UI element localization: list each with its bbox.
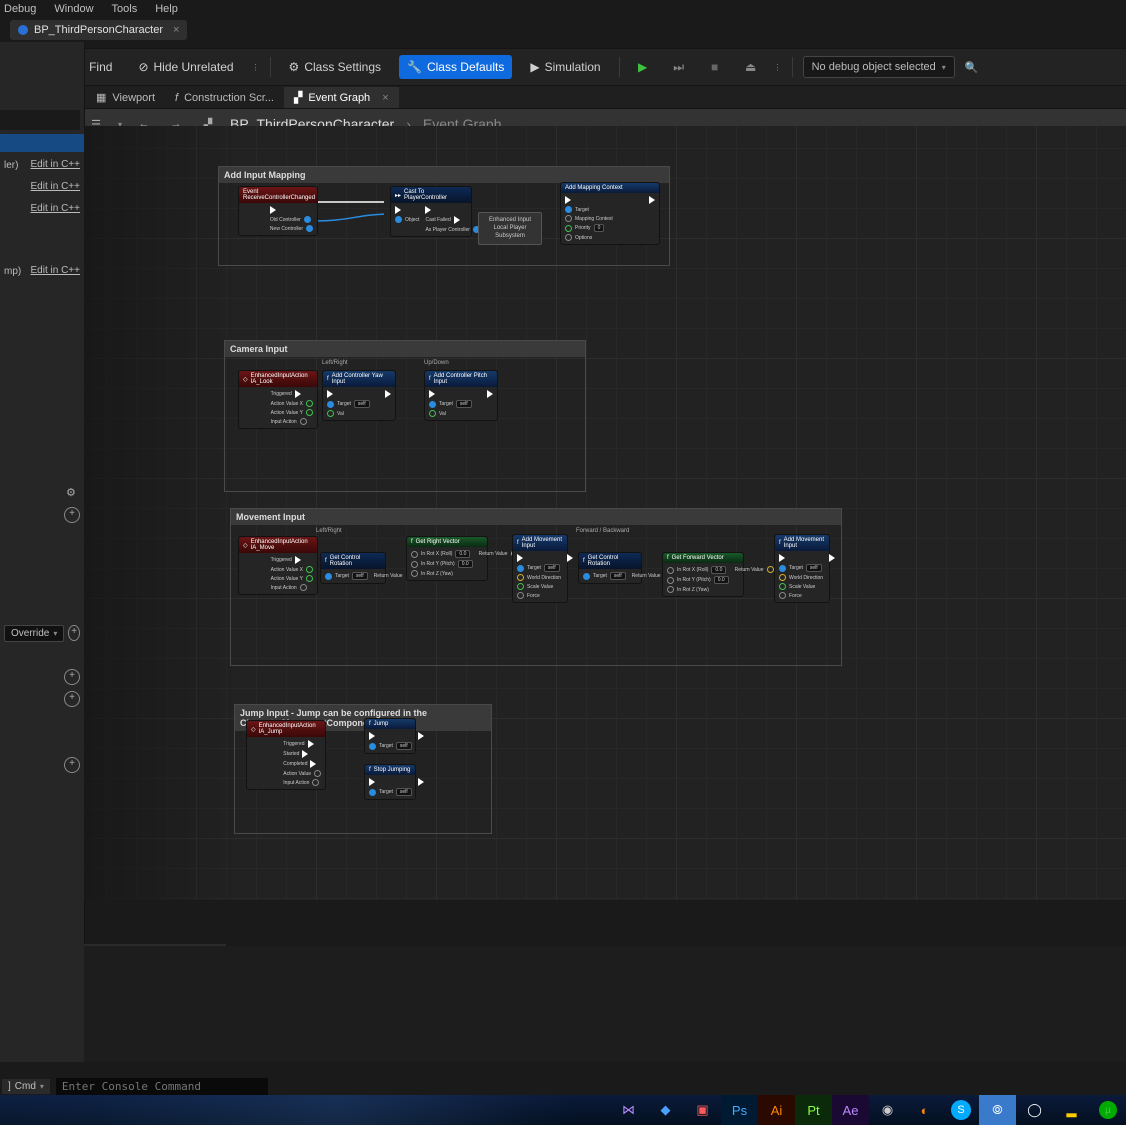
sim-icon: ▶ xyxy=(530,60,539,74)
menu-tools[interactable]: Tools xyxy=(112,3,138,15)
node-get-fwd[interactable]: fGet Forward Vector In Rot X (Roll)0.0In… xyxy=(662,552,744,597)
node-cast-to-pc[interactable]: ▸▸Cast To PlayerController Object Cast F… xyxy=(390,186,472,237)
simulation-button[interactable]: ▶Simulation xyxy=(522,55,608,79)
edit-cpp-link-2[interactable]: Edit in C++ xyxy=(31,178,84,196)
class-defaults-button[interactable]: 🔧Class Defaults xyxy=(399,55,512,79)
edit-cpp-link[interactable]: Edit in C++ xyxy=(31,156,84,174)
node-add-yaw[interactable]: fAdd Controller Yaw Input TargetselfVal xyxy=(322,370,396,421)
main-menu[interactable]: Debug Window Tools Help xyxy=(0,0,1126,18)
more-icon[interactable]: ⋮ xyxy=(252,63,260,72)
close-icon[interactable]: × xyxy=(382,92,388,104)
func-icon: f xyxy=(175,92,178,104)
taskbar-vs-icon[interactable]: ⋈ xyxy=(610,1095,647,1125)
taskbar-chrome-icon[interactable]: ◯ xyxy=(1016,1095,1053,1125)
taskbar-explorer-icon[interactable]: ▂ xyxy=(1053,1095,1090,1125)
node-add-pitch[interactable]: fAdd Controller Pitch Input TargetselfVa… xyxy=(424,370,498,421)
compiler-results-panel[interactable] xyxy=(84,946,1126,1062)
taskbar-obs-icon[interactable]: ◉ xyxy=(869,1095,906,1125)
node-receive-controller-changed[interactable]: Event ReceiveControllerChanged Old Contr… xyxy=(238,186,318,236)
gear-icon[interactable]: ⚙ xyxy=(66,486,80,500)
taskbar-ai-icon[interactable]: Ai xyxy=(758,1095,795,1125)
node-get-ctrl-rot-1[interactable]: fGet Control Rotation TargetselfReturn V… xyxy=(320,552,386,584)
sub-leftright2: Left/Right xyxy=(316,528,342,534)
debug-object-select[interactable]: No debug object selected▾ xyxy=(803,56,955,78)
node-eia-move[interactable]: ◇EnhancedInputAction IA_Move Triggered A… xyxy=(238,536,318,595)
windows-taskbar[interactable]: ⋈ ◆ ▣ Ps Ai Pt Ae ◉ ◐ S ⦾ ◯ ▂ µ xyxy=(0,1095,1126,1125)
add-icon-2[interactable]: + xyxy=(68,625,80,641)
tab-viewport[interactable]: ▦Viewport xyxy=(86,87,165,108)
node-jump[interactable]: fJump Targetself xyxy=(364,718,416,754)
sub-fwdback: Forward / Backward xyxy=(576,528,629,534)
editor-tabs: ▦Viewport fConstruction Scr... ▞Event Gr… xyxy=(0,86,1126,109)
debug-find-icon[interactable]: 🔍 xyxy=(965,61,979,74)
play-more-icon[interactable]: ⋮ xyxy=(774,63,782,72)
step-button[interactable]: ⏭ xyxy=(666,54,692,80)
node-eia-look[interactable]: ◇EnhancedInputAction IA_Look Triggered A… xyxy=(238,370,318,429)
play-button[interactable]: ▶ xyxy=(630,54,656,80)
taskbar-vscode-icon[interactable]: ◆ xyxy=(647,1095,684,1125)
grid-icon: ▦ xyxy=(96,91,106,104)
console-bar: ]Cmd▾ xyxy=(0,1077,1126,1095)
row-ler: ler) xyxy=(0,158,22,173)
graph-icon: ▞ xyxy=(294,91,302,104)
node-eia-jump[interactable]: ◇EnhancedInputAction IA_Jump Triggered S… xyxy=(246,720,326,790)
sub-left-right: Left/Right xyxy=(322,360,348,366)
console-input[interactable] xyxy=(56,1078,268,1095)
add-icon[interactable]: + xyxy=(64,507,80,523)
sub-up-down: Up/Down xyxy=(424,360,449,366)
document-tab-bar: BP_ThirdPersonCharacter × xyxy=(0,18,1126,42)
menu-window[interactable]: Window xyxy=(54,3,93,15)
edit-cpp-link-3[interactable]: Edit in C++ xyxy=(31,200,84,218)
node-add-move-2[interactable]: fAdd Movement Input TargetselfWorld Dire… xyxy=(774,534,830,603)
doc-tab-label: BP_ThirdPersonCharacter xyxy=(34,24,163,36)
close-icon[interactable]: × xyxy=(173,24,179,36)
toolbar: iff▾ 🔍Find ⊘Hide Unrelated ⋮ ⚙Class Sett… xyxy=(0,48,1126,86)
tab-construction[interactable]: fConstruction Scr... xyxy=(165,88,284,108)
edit-cpp-link-4[interactable]: Edit in C++ xyxy=(31,262,84,280)
hide-unrelated-button[interactable]: ⊘Hide Unrelated xyxy=(130,55,241,79)
add-icon-4[interactable]: + xyxy=(64,691,80,707)
taskbar-blender-icon[interactable]: ◐ xyxy=(906,1095,943,1125)
taskbar-figma-icon[interactable]: ▣ xyxy=(684,1095,721,1125)
taskbar-ps-icon[interactable]: Ps xyxy=(721,1095,758,1125)
gear-icon: ⚙ xyxy=(289,60,300,74)
blueprint-icon xyxy=(18,25,28,35)
taskbar-skype-icon[interactable]: S xyxy=(951,1100,971,1120)
subsystem-note: Enhanced Input Local Player Subsystem xyxy=(478,212,542,245)
filter-icon: ⊘ xyxy=(138,60,148,74)
tab-event-graph[interactable]: ▞Event Graph× xyxy=(284,87,399,108)
cmd-label[interactable]: ]Cmd▾ xyxy=(2,1079,50,1094)
taskbar-unreal-icon[interactable]: ⦾ xyxy=(979,1095,1016,1125)
taskbar-pt-icon[interactable]: Pt xyxy=(795,1095,832,1125)
class-settings-button[interactable]: ⚙Class Settings xyxy=(281,55,389,79)
taskbar-ae-icon[interactable]: Ae xyxy=(832,1095,869,1125)
graph-canvas[interactable]: Add Input Mapping Event ReceiveControlle… xyxy=(84,126,1126,900)
left-panel: ler)Edit in C++ Edit in C++ Edit in C++ … xyxy=(0,42,85,1062)
wrench-icon: 🔧 xyxy=(407,60,422,74)
menu-help[interactable]: Help xyxy=(155,3,178,15)
eject-button[interactable]: ⏏ xyxy=(738,54,764,80)
start-button[interactable] xyxy=(0,1095,40,1125)
search-input[interactable] xyxy=(0,110,80,130)
row-mp: mp) xyxy=(0,264,25,279)
selected-row[interactable] xyxy=(0,134,84,152)
doc-tab-bp[interactable]: BP_ThirdPersonCharacter × xyxy=(10,20,187,40)
add-icon-3[interactable]: + xyxy=(64,669,80,685)
node-add-mapping-context[interactable]: Add Mapping Context TargetMapping Contex… xyxy=(560,182,660,245)
node-get-right[interactable]: fGet Right Vector In Rot X (Roll)0.0In R… xyxy=(406,536,488,581)
override-button[interactable]: Override▾ xyxy=(4,625,64,642)
add-icon-5[interactable]: + xyxy=(64,757,80,773)
node-stop-jump[interactable]: fStop Jumping Targetself xyxy=(364,764,416,800)
node-add-move-1[interactable]: fAdd Movement Input TargetselfWorld Dire… xyxy=(512,534,568,603)
menu-debug[interactable]: Debug xyxy=(4,3,36,15)
node-get-ctrl-rot-2[interactable]: fGet Control Rotation TargetselfReturn V… xyxy=(578,552,642,584)
stop-button[interactable]: ■ xyxy=(702,54,728,80)
taskbar-utorrent-icon[interactable]: µ xyxy=(1099,1101,1117,1119)
